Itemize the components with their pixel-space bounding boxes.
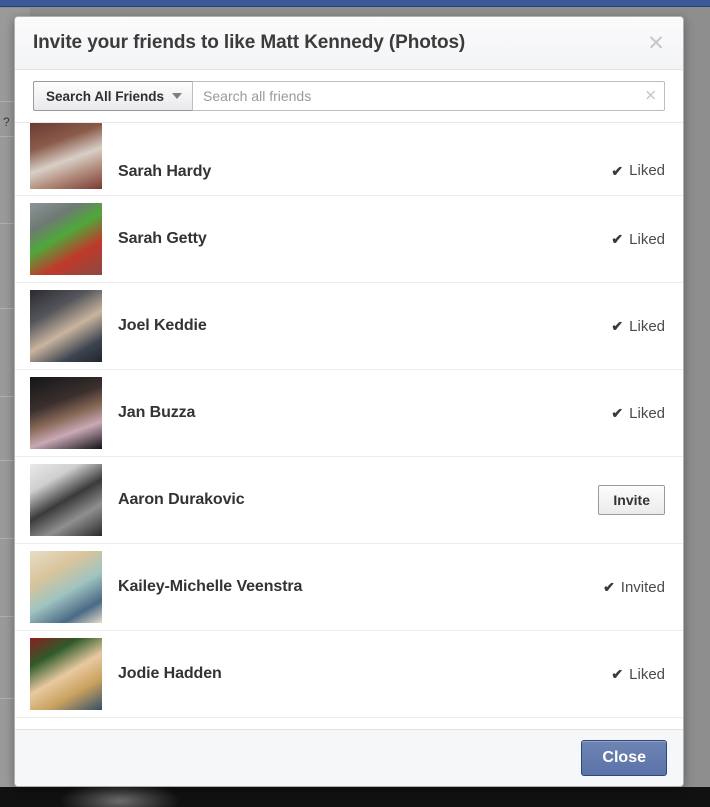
friend-name[interactable]: Joel Keddie: [118, 317, 595, 335]
avatar-kailey-michelle-veenstra[interactable]: [30, 551, 102, 623]
avatar-image: [30, 464, 102, 536]
page-root: ? Invite your friends to like Matt Kenne…: [0, 0, 710, 807]
friend-row[interactable]: Joel Keddie ✔ Liked: [15, 283, 683, 370]
avatar-image: [30, 290, 102, 362]
search-scope-label: Search All Friends: [46, 88, 165, 104]
status-label: Liked: [629, 162, 665, 179]
friend-name[interactable]: Jan Buzza: [118, 404, 595, 422]
status-badge: ✔ Liked: [611, 666, 665, 683]
friend-name[interactable]: Aaron Durakovic: [118, 491, 595, 509]
friend-action: ✔ Liked: [595, 318, 665, 335]
check-icon: ✔: [611, 162, 624, 179]
search-input[interactable]: [193, 83, 664, 109]
close-icon[interactable]: ✕: [645, 32, 667, 54]
check-icon: ✔: [603, 579, 615, 595]
avatar-sarah-hardy[interactable]: [30, 123, 102, 189]
avatar-joel-keddie[interactable]: [30, 290, 102, 362]
close-button[interactable]: Close: [581, 740, 667, 776]
status-label: Liked: [629, 317, 665, 335]
friend-name[interactable]: Sarah Getty: [118, 230, 595, 248]
friend-name[interactable]: Sarah Hardy: [118, 163, 595, 181]
friend-row[interactable]: Sarah Hardy ✔ Liked: [15, 123, 683, 196]
avatar-image: [30, 377, 102, 449]
check-icon: ✔: [611, 231, 624, 247]
friend-action: ✔ Liked: [595, 405, 665, 422]
friend-action: ✔ Liked: [595, 231, 665, 248]
check-icon: ✔: [611, 318, 624, 334]
status-label: Liked: [629, 404, 665, 422]
status-label: Liked: [629, 665, 665, 683]
avatar-sarah-getty[interactable]: [30, 203, 102, 275]
status-badge: ✔ Liked: [611, 405, 665, 422]
friend-name[interactable]: Kailey-Michelle Veenstra: [118, 578, 595, 596]
avatar-jodie-hadden[interactable]: [30, 638, 102, 710]
friend-action: ✔ Invited: [595, 579, 665, 596]
status-badge: ✔ Invited: [603, 579, 665, 596]
check-icon: ✔: [611, 405, 624, 421]
search-scope-dropdown[interactable]: Search All Friends: [33, 81, 193, 111]
invite-friends-dialog: Invite your friends to like Matt Kennedy…: [14, 16, 684, 787]
friend-action: Invite: [595, 485, 665, 515]
avatar-image: [30, 638, 102, 710]
friend-row[interactable]: Sarah Getty ✔ Liked: [15, 196, 683, 283]
friend-row[interactable]: Kailey-Michelle Veenstra ✔ Invited: [15, 544, 683, 631]
clear-search-icon[interactable]: ✕: [644, 89, 657, 104]
background-question-mark: ?: [3, 115, 10, 129]
friend-action: ✔ Liked: [595, 666, 665, 683]
friends-list[interactable]: Sarah Hardy ✔ Liked Sarah Getty ✔ Liked Joel K…: [15, 122, 683, 729]
status-label: Liked: [629, 230, 665, 248]
avatar-image: [30, 203, 102, 275]
avatar-image: [30, 123, 102, 189]
check-icon: ✔: [611, 666, 624, 682]
chevron-down-icon: [172, 93, 183, 99]
background-photo-strip: [0, 787, 710, 807]
avatar-aaron-durakovic[interactable]: [30, 464, 102, 536]
status-badge: ✔ Liked: [611, 162, 665, 179]
status-badge: ✔ Liked: [611, 231, 665, 248]
invite-button[interactable]: Invite: [598, 485, 665, 515]
dialog-title: Invite your friends to like Matt Kennedy…: [33, 32, 466, 53]
avatar-image: [30, 551, 102, 623]
avatar-jan-buzza[interactable]: [30, 377, 102, 449]
dialog-footer: Close: [15, 729, 683, 786]
friend-row[interactable]: Aaron Durakovic Invite: [15, 457, 683, 544]
friend-row[interactable]: Jodie Hadden ✔ Liked: [15, 631, 683, 718]
search-field-wrapper: ✕: [192, 81, 665, 111]
dialog-header: Invite your friends to like Matt Kennedy…: [15, 17, 683, 70]
friend-name[interactable]: Jodie Hadden: [118, 665, 595, 683]
search-row: Search All Friends ✕: [15, 70, 683, 122]
friend-action: ✔ Liked: [595, 162, 665, 179]
friend-row[interactable]: Jan Buzza ✔ Liked: [15, 370, 683, 457]
facebook-top-bar: [0, 0, 710, 7]
status-badge: ✔ Liked: [611, 318, 665, 335]
status-label: Invited: [620, 578, 665, 596]
